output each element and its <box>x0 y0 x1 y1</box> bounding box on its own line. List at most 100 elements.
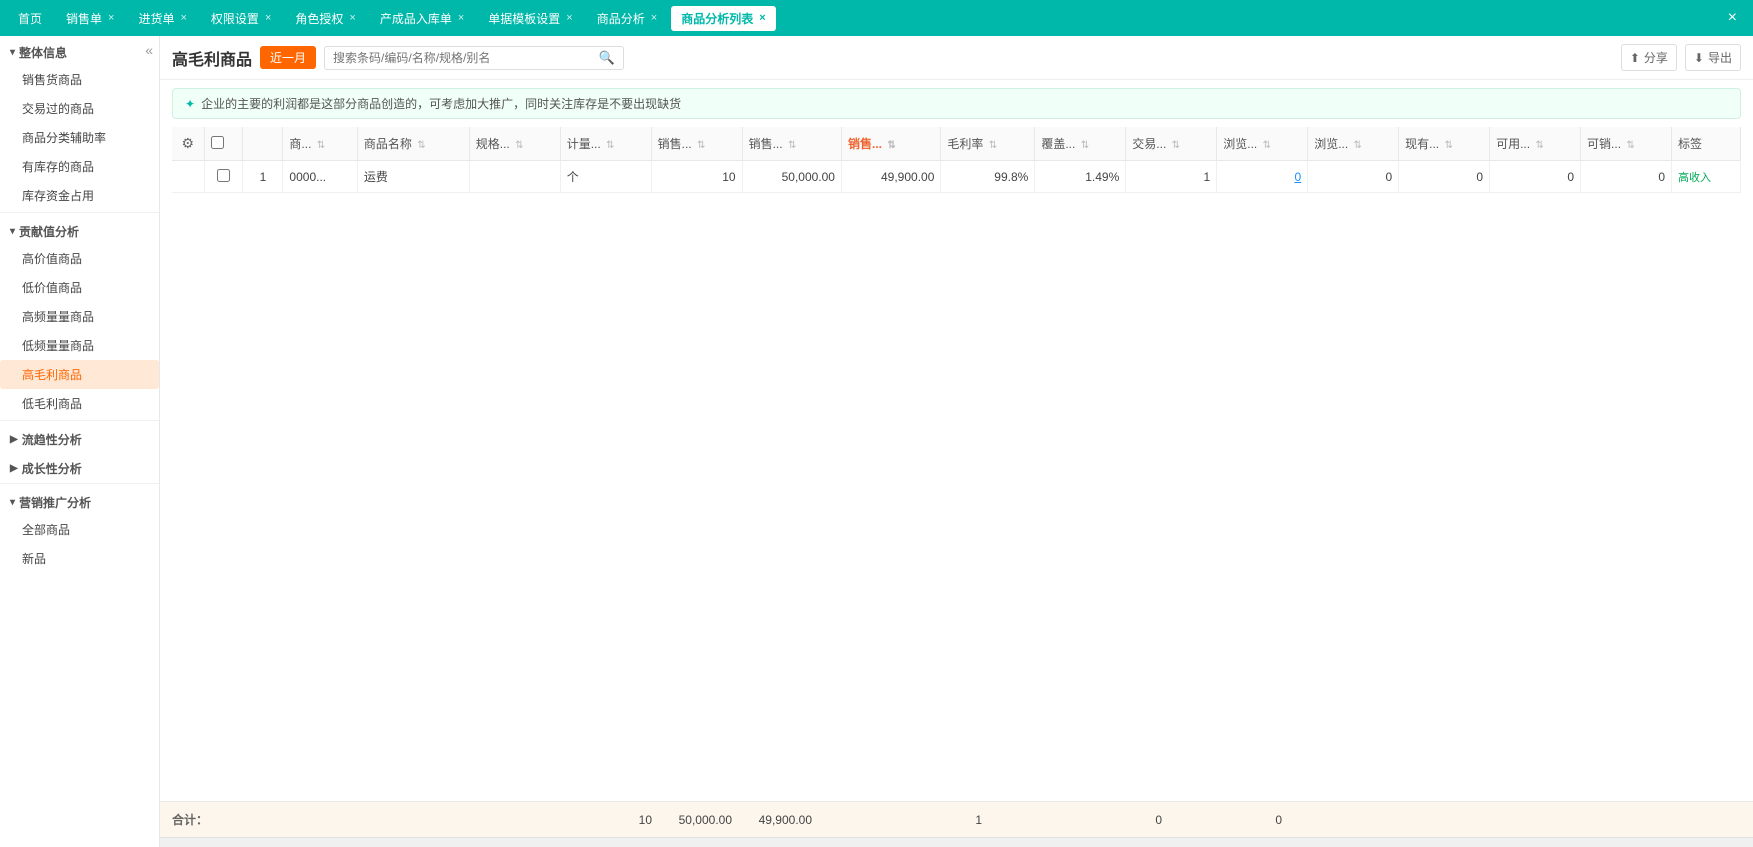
row-code: 0000... <box>283 161 357 193</box>
sidebar-item-low-margin[interactable]: 低毛利商品 <box>0 389 159 418</box>
close-all-button[interactable]: × <box>1720 9 1745 27</box>
col-browse2[interactable]: 浏览... ⇅ <box>1308 127 1399 161</box>
table-row: 1 0000... 运费 个 10 50,000.00 49,900.00 99… <box>172 161 1741 193</box>
row-sellable: 0 <box>1581 161 1672 193</box>
row-margin-rate: 99.8% <box>941 161 1035 193</box>
sidebar-item-high-freq[interactable]: 高频量量商品 <box>0 302 159 331</box>
main-layout: « ▾ 整体信息 销售货商品 交易过的商品 商品分类辅助率 有库存的商品 库存资… <box>0 36 1753 847</box>
sidebar-item-analysis-rate[interactable]: 商品分类辅助率 <box>0 123 159 152</box>
nav-products[interactable]: 产成品入库单 × <box>370 6 474 31</box>
sidebar-item-stocked-goods[interactable]: 有库存的商品 <box>0 152 159 181</box>
col-sales-amount[interactable]: 销售... ⇅ <box>742 127 841 161</box>
nav-products-close[interactable]: × <box>458 12 464 24</box>
col-name[interactable]: 商品名称 ⇅ <box>357 127 469 161</box>
sort-icon-sales-cost: ⇅ <box>887 140 895 151</box>
col-sales-qty[interactable]: 销售... ⇅ <box>651 127 742 161</box>
sidebar-group-wealth[interactable]: ▾ 贡献值分析 <box>0 215 159 244</box>
sort-icon-spec: ⇅ <box>515 140 523 151</box>
col-tag: 标签 <box>1672 127 1741 161</box>
tag-badge: 高收入 <box>1678 172 1711 184</box>
col-browse1[interactable]: 浏览... ⇅ <box>1217 127 1308 161</box>
footer-sales-cost: 49,900.00 <box>732 813 812 827</box>
filter-recent-month-button[interactable]: 近一月 <box>260 46 316 69</box>
col-spec[interactable]: 规格... ⇅ <box>469 127 560 161</box>
nav-home[interactable]: 首页 <box>8 6 52 31</box>
tip-icon: ✦ <box>185 97 195 111</box>
export-button[interactable]: ⬇ 导出 <box>1685 44 1741 71</box>
sort-icon-browse2: ⇅ <box>1354 140 1362 151</box>
row-browse1[interactable]: 0 <box>1217 161 1308 193</box>
chevron-down-icon: ▾ <box>10 47 15 58</box>
row-sales-qty: 10 <box>651 161 742 193</box>
nav-roles[interactable]: 角色授权 × <box>285 6 365 31</box>
select-all-checkbox[interactable] <box>211 136 224 149</box>
col-code[interactable]: 商... ⇅ <box>283 127 357 161</box>
export-icon: ⬇ <box>1694 51 1704 65</box>
sort-icon-sales-qty: ⇅ <box>697 140 705 151</box>
sidebar-group-overall[interactable]: ▾ 整体信息 <box>0 36 159 65</box>
nav-templates[interactable]: 单据模板设置 × <box>478 6 582 31</box>
table-container: ⚙ 商... ⇅ 商品名称 ⇅ <box>160 127 1753 801</box>
sidebar-group-trend[interactable]: ▶ 流趋性分析 <box>0 423 159 452</box>
settings-icon[interactable]: ⚙ <box>181 135 194 151</box>
content-header: 高毛利商品 近一月 🔍 ⬆ 分享 ⬇ 导出 <box>160 36 1753 80</box>
col-margin-rate[interactable]: 毛利率 ⇅ <box>941 127 1035 161</box>
nav-roles-close[interactable]: × <box>349 12 355 24</box>
horizontal-scrollbar[interactable] <box>160 837 1753 847</box>
footer-label: 合计： <box>172 811 208 828</box>
col-sellable[interactable]: 可销... ⇅ <box>1581 127 1672 161</box>
nav-purchase[interactable]: 进货单 × <box>128 6 196 31</box>
sidebar-item-stock-funds[interactable]: 库存资金占用 <box>0 181 159 210</box>
nav-permissions[interactable]: 权限设置 × <box>201 6 281 31</box>
search-icon[interactable]: 🔍 <box>599 50 615 66</box>
row-available: 0 <box>1490 161 1581 193</box>
col-settings[interactable]: ⚙ <box>172 127 204 161</box>
col-trade-count[interactable]: 交易... ⇅ <box>1126 127 1217 161</box>
nav-analysis[interactable]: 商品分析 × <box>587 6 667 31</box>
nav-analysis-list[interactable]: 商品分析列表 × <box>671 6 775 31</box>
top-navigation: 首页 销售单 × 进货单 × 权限设置 × 角色授权 × 产成品入库单 × 单据… <box>0 0 1753 36</box>
table-body: 1 0000... 运费 个 10 50,000.00 49,900.00 99… <box>172 161 1741 193</box>
col-sales-cost[interactable]: 销售... ⇅ <box>841 127 940 161</box>
share-button[interactable]: ⬆ 分享 <box>1621 44 1677 71</box>
sidebar-item-new-goods[interactable]: 新品 <box>0 544 159 573</box>
sidebar-group-marketing[interactable]: ▾ 营销推广分析 <box>0 486 159 515</box>
sidebar-item-low-freq[interactable]: 低频量量商品 <box>0 331 159 360</box>
col-cover-rate[interactable]: 覆盖... ⇅ <box>1035 127 1126 161</box>
row-settings <box>172 161 204 193</box>
row-select-checkbox[interactable] <box>217 169 230 182</box>
nav-sales[interactable]: 销售单 × <box>56 6 124 31</box>
col-available[interactable]: 可用... ⇅ <box>1490 127 1581 161</box>
sidebar-overall-items: 销售货商品 交易过的商品 商品分类辅助率 有库存的商品 库存资金占用 <box>0 65 159 210</box>
sidebar-item-high-margin[interactable]: 高毛利商品 <box>0 360 159 389</box>
nav-analysis-close[interactable]: × <box>651 12 657 24</box>
row-unit: 个 <box>560 161 651 193</box>
nav-permissions-close[interactable]: × <box>265 12 271 24</box>
sidebar-item-sales-goods[interactable]: 销售货商品 <box>0 65 159 94</box>
row-tag: 高收入 <box>1672 161 1741 193</box>
sort-icon-sales-amount: ⇅ <box>788 140 796 151</box>
sort-icon-browse1: ⇅ <box>1263 140 1271 151</box>
share-icon: ⬆ <box>1630 51 1640 65</box>
search-input[interactable] <box>333 51 599 65</box>
divider-2 <box>0 420 159 421</box>
sidebar-item-all-goods[interactable]: 全部商品 <box>0 515 159 544</box>
search-box: 🔍 <box>324 46 624 70</box>
col-current-stock[interactable]: 现有... ⇅ <box>1399 127 1490 161</box>
sidebar-item-traded-goods[interactable]: 交易过的商品 <box>0 94 159 123</box>
sidebar-item-low-value[interactable]: 低价值商品 <box>0 273 159 302</box>
nav-sales-close[interactable]: × <box>108 12 114 24</box>
sidebar-collapse-button[interactable]: « <box>145 42 153 58</box>
row-checkbox <box>204 161 243 193</box>
nav-analysis-list-close[interactable]: × <box>759 12 765 24</box>
sidebar-item-high-value[interactable]: 高价值商品 <box>0 244 159 273</box>
nav-templates-close[interactable]: × <box>566 12 572 24</box>
table-header-row: ⚙ 商... ⇅ 商品名称 ⇅ <box>172 127 1741 161</box>
content-area: 高毛利商品 近一月 🔍 ⬆ 分享 ⬇ 导出 ✦ 企业的主要的利润都是这部分商品创… <box>160 36 1753 847</box>
nav-purchase-close[interactable]: × <box>180 12 186 24</box>
row-num: 1 <box>243 161 283 193</box>
col-unit[interactable]: 计量... ⇅ <box>560 127 651 161</box>
sidebar-group-growth[interactable]: ▶ 成长性分析 <box>0 452 159 481</box>
divider-3 <box>0 483 159 484</box>
sidebar-marketing-items: 全部商品 新品 <box>0 515 159 573</box>
